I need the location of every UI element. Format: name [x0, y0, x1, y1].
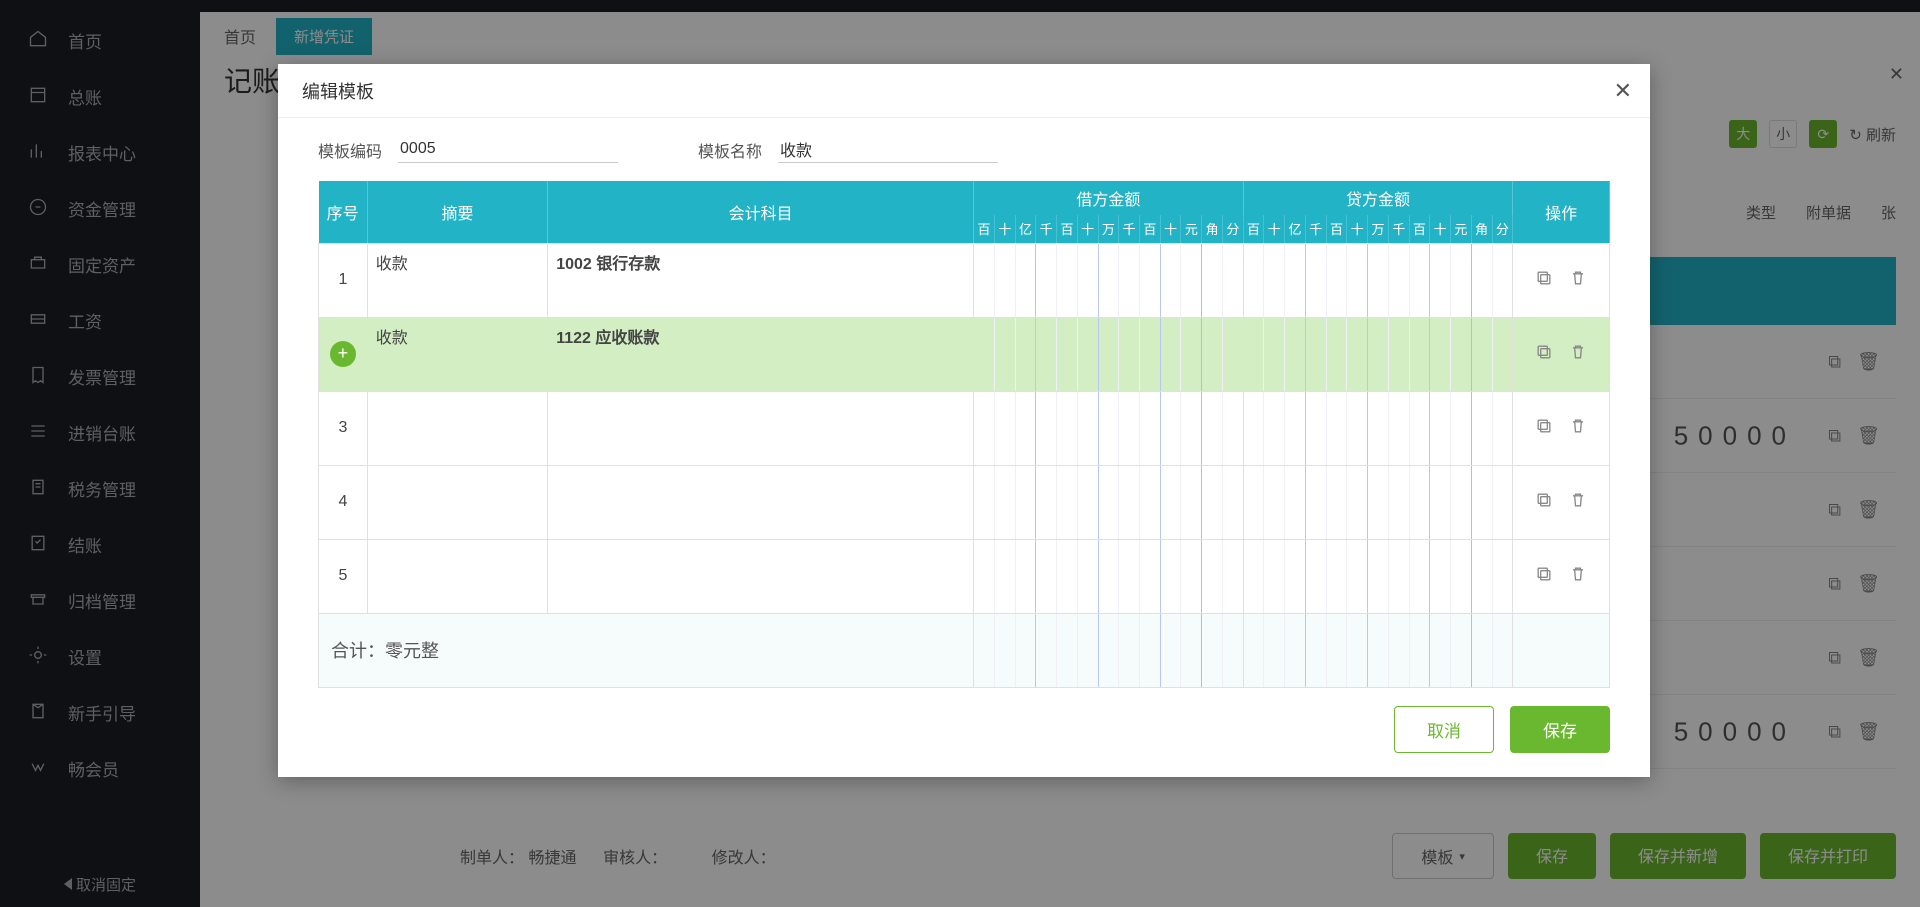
unit-header: 分: [1492, 215, 1513, 243]
col-debit: 借方金额: [974, 181, 1244, 215]
row-delete-icon[interactable]: [1568, 416, 1588, 441]
total-ops: [1513, 613, 1610, 687]
unit-header: 亿: [1015, 215, 1036, 243]
row-abstract[interactable]: 收款: [367, 317, 547, 391]
unit-header: 百: [1057, 215, 1078, 243]
row-debit[interactable]: [974, 391, 1244, 465]
template-name-label: 模板名称: [698, 138, 762, 162]
template-row[interactable]: 3: [319, 391, 1610, 465]
col-account: 会计科目: [548, 181, 974, 243]
row-delete-icon[interactable]: [1568, 342, 1588, 367]
row-debit[interactable]: [974, 243, 1244, 317]
row-ops: [1513, 465, 1610, 539]
unit-header: 千: [1119, 215, 1140, 243]
col-credit: 贷方金额: [1243, 181, 1513, 215]
row-seq: 3: [319, 391, 368, 465]
row-account[interactable]: [548, 391, 974, 465]
row-debit[interactable]: [974, 465, 1244, 539]
row-copy-icon[interactable]: [1534, 342, 1554, 367]
row-credit[interactable]: [1243, 317, 1513, 391]
unit-header: 角: [1471, 215, 1492, 243]
template-row[interactable]: 4: [319, 465, 1610, 539]
row-seq: 4: [319, 465, 368, 539]
row-seq: 1: [319, 243, 368, 317]
row-copy-icon[interactable]: [1534, 490, 1554, 515]
unit-header: 十: [1264, 215, 1285, 243]
row-ops: [1513, 243, 1610, 317]
total-debit: [974, 613, 1244, 687]
unit-header: 十: [1430, 215, 1451, 243]
unit-header: 十: [994, 215, 1015, 243]
row-account[interactable]: [548, 539, 974, 613]
row-credit[interactable]: [1243, 243, 1513, 317]
row-copy-icon[interactable]: [1534, 416, 1554, 441]
unit-header: 千: [1388, 215, 1409, 243]
row-account[interactable]: 1002 银行存款: [548, 243, 974, 317]
row-abstract[interactable]: [367, 465, 547, 539]
unit-header: 百: [974, 215, 995, 243]
row-delete-icon[interactable]: [1568, 490, 1588, 515]
unit-header: 十: [1160, 215, 1181, 243]
row-debit[interactable]: [974, 539, 1244, 613]
row-abstract[interactable]: [367, 391, 547, 465]
unit-header: 分: [1222, 215, 1243, 243]
add-row-button[interactable]: +: [330, 341, 356, 367]
modal-save-button[interactable]: 保存: [1510, 706, 1610, 753]
col-seq: 序号: [319, 181, 368, 243]
row-ops: [1513, 317, 1610, 391]
row-credit[interactable]: [1243, 391, 1513, 465]
template-row[interactable]: 5: [319, 539, 1610, 613]
unit-header: 千: [1305, 215, 1326, 243]
row-seq: 5: [319, 539, 368, 613]
template-code-input[interactable]: [398, 136, 618, 163]
unit-header: 角: [1202, 215, 1223, 243]
total-credit: [1243, 613, 1513, 687]
row-ops: [1513, 539, 1610, 613]
row-debit[interactable]: [974, 317, 1244, 391]
modal-title: 编辑模板: [302, 78, 374, 104]
unit-header: 百: [1409, 215, 1430, 243]
unit-header: 百: [1326, 215, 1347, 243]
edit-template-modal: 编辑模板 ✕ 模板编码 模板名称 序号 摘要 会计科目 借方金额 贷方金额: [278, 64, 1650, 777]
unit-header: 千: [1036, 215, 1057, 243]
modal-cancel-button[interactable]: 取消: [1394, 706, 1494, 753]
unit-header: 万: [1098, 215, 1119, 243]
template-table: 序号 摘要 会计科目 借方金额 贷方金额 操作 百十亿千百十万千百十元角分百十亿…: [318, 181, 1610, 688]
row-abstract[interactable]: [367, 539, 547, 613]
col-ops: 操作: [1513, 181, 1610, 243]
row-account[interactable]: 1122 应收账款: [548, 317, 974, 391]
unit-header: 百: [1140, 215, 1161, 243]
row-ops: [1513, 391, 1610, 465]
row-delete-icon[interactable]: [1568, 564, 1588, 589]
template-row[interactable]: + 收款1122 应收账款: [319, 317, 1610, 391]
template-code-label: 模板编码: [318, 138, 382, 162]
row-account[interactable]: [548, 465, 974, 539]
row-copy-icon[interactable]: [1534, 564, 1554, 589]
modal-close-button[interactable]: ✕: [1614, 78, 1632, 104]
unit-header: 亿: [1285, 215, 1306, 243]
col-abstract: 摘要: [367, 181, 547, 243]
unit-header: 百: [1243, 215, 1264, 243]
unit-header: 元: [1181, 215, 1202, 243]
row-seq: +: [319, 317, 368, 391]
total-cell: 合计：零元整: [319, 613, 974, 687]
row-credit[interactable]: [1243, 465, 1513, 539]
template-name-input[interactable]: [778, 136, 998, 163]
row-credit[interactable]: [1243, 539, 1513, 613]
row-delete-icon[interactable]: [1568, 268, 1588, 293]
unit-header: 十: [1077, 215, 1098, 243]
row-abstract[interactable]: 收款: [367, 243, 547, 317]
unit-header: 元: [1451, 215, 1472, 243]
row-copy-icon[interactable]: [1534, 268, 1554, 293]
unit-header: 十: [1347, 215, 1368, 243]
template-row[interactable]: 1收款1002 银行存款: [319, 243, 1610, 317]
unit-header: 万: [1368, 215, 1389, 243]
